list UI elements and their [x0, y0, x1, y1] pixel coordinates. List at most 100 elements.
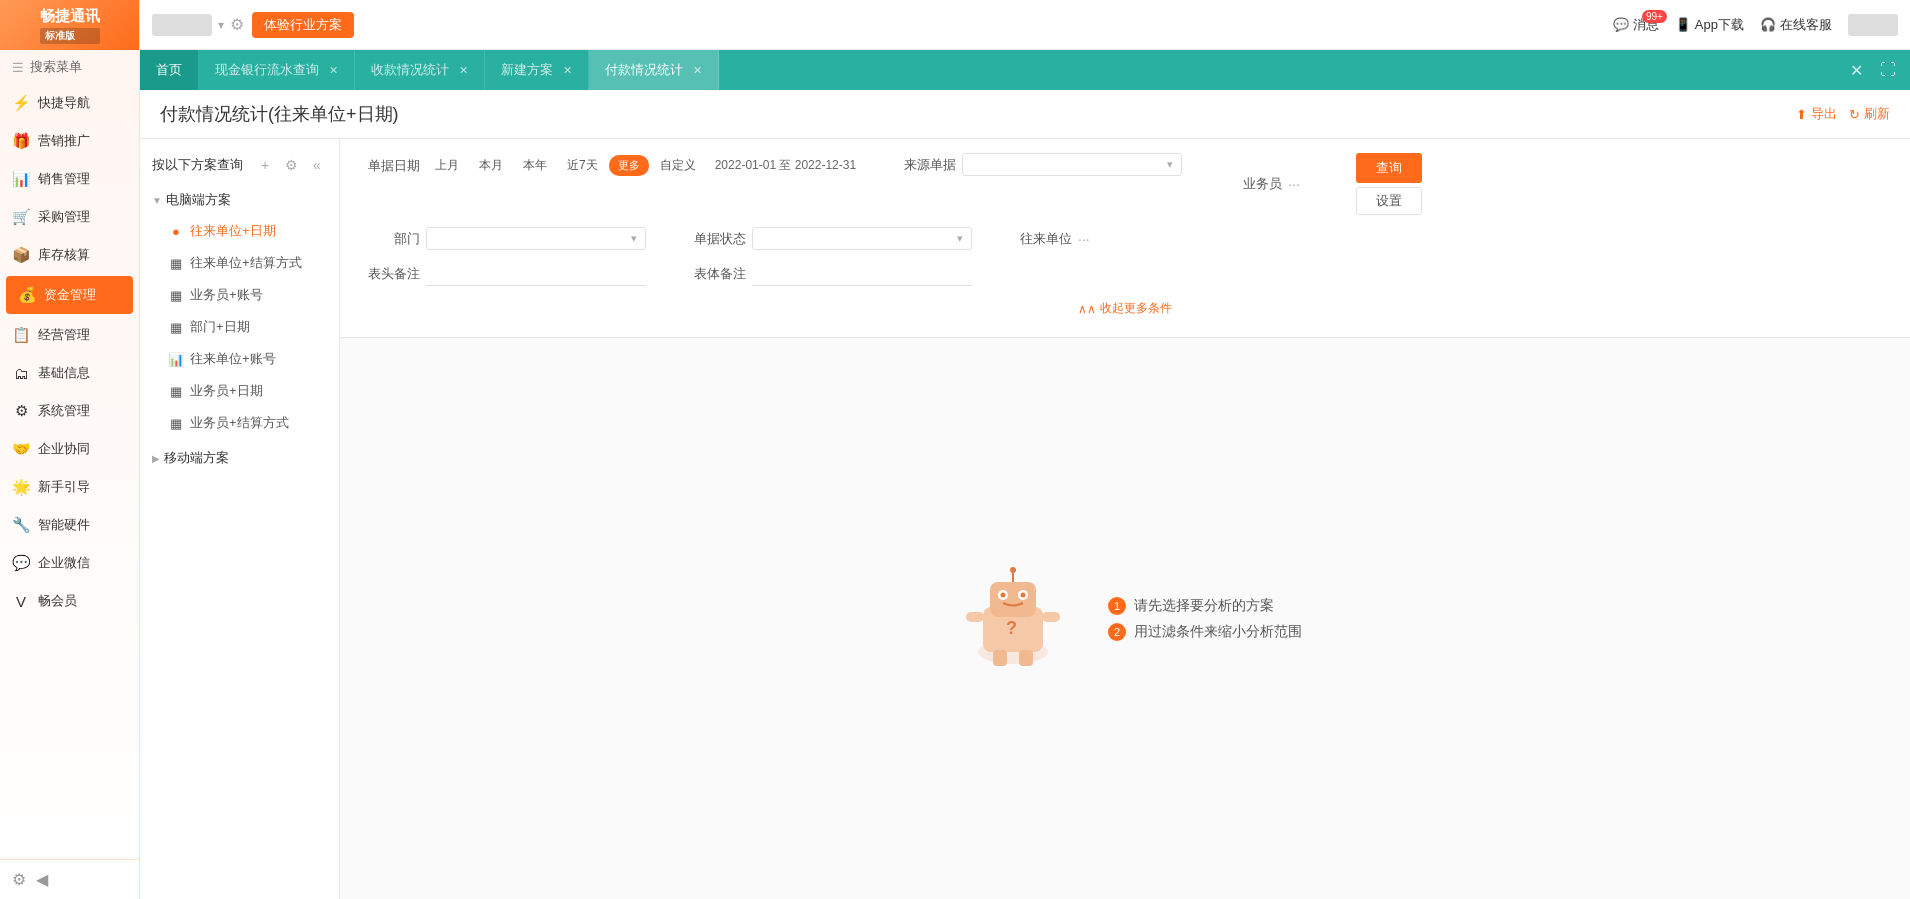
date-current-month[interactable]: 本月 [470, 153, 512, 178]
online-service-btn[interactable]: 🎧 在线客服 [1760, 16, 1832, 34]
settings-icon[interactable]: ⚙ [12, 870, 26, 889]
related-unit-label: 往来单位 [1012, 230, 1072, 248]
guide-icon: 🌟 [12, 478, 30, 496]
sidebar-item-label: 营销推广 [38, 132, 90, 150]
date-custom[interactable]: 自定义 [651, 153, 705, 178]
tab-bank-flow[interactable]: 现金银行流水查询✕ [199, 50, 355, 90]
scheme-item-icon: ▦ [168, 415, 184, 431]
sidebar-item-hardware[interactable]: 🔧智能硬件 [0, 506, 139, 544]
message-btn[interactable]: 💬 消息 99+ [1613, 16, 1659, 34]
refresh-button[interactable]: ↻ 刷新 [1849, 105, 1890, 123]
scheme-item-unit-date[interactable]: ●往来单位+日期 [140, 215, 339, 247]
scheme-group-arrow-icon: ▼ [152, 195, 162, 206]
tab-new-scheme[interactable]: 新建方案✕ [485, 50, 589, 90]
query-button[interactable]: 查询 [1356, 153, 1422, 183]
user-avatar[interactable] [1848, 14, 1898, 36]
tab-close-icon[interactable]: ✕ [329, 64, 338, 77]
collapse-filter-btn[interactable]: ∧∧ 收起更多条件 [360, 294, 1890, 323]
source-select[interactable]: ▾ [962, 153, 1182, 176]
doc-status-chevron-icon: ▾ [957, 232, 963, 245]
svg-rect-2 [990, 582, 1036, 617]
sidebar-item-enterprise[interactable]: 🤝企业协同 [0, 430, 139, 468]
empty-tips: 1 请先选择要分析的方案 2 用过滤条件来缩小分析范围 [1108, 597, 1302, 641]
quick-nav-icon: ⚡ [12, 94, 30, 112]
sidebar-item-operations[interactable]: 📋经营管理 [0, 316, 139, 354]
scheme-group-title-desktop[interactable]: ▼电脑端方案 [140, 185, 339, 215]
scheme-collapse-icon[interactable]: « [307, 155, 327, 175]
sidebar-item-basic-info[interactable]: 🗂基础信息 [0, 354, 139, 392]
source-label: 来源单据 [896, 156, 956, 174]
date-more[interactable]: 更多 [609, 155, 649, 176]
date-current-year[interactable]: 本年 [514, 153, 556, 178]
related-unit-dots[interactable]: ··· [1078, 231, 1090, 247]
scheme-item-dept-date[interactable]: ▦部门+日期 [140, 311, 339, 343]
staff-dots[interactable]: ··· [1288, 176, 1300, 192]
sidebar-item-member[interactable]: V 畅会员 [0, 582, 139, 620]
tab-bar: 首页现金银行流水查询✕收款情况统计✕新建方案✕付款情况统计✕ ✕ ⛶ [140, 50, 1910, 90]
close-tab-icon[interactable]: ✕ [1842, 56, 1870, 84]
empty-content: ? 1 请先选择要分析的方案 2 用过滤条件来缩小分析范围 [948, 562, 1302, 675]
tab-home[interactable]: 首页 [140, 50, 199, 90]
add-scheme-icon[interactable]: + [255, 155, 275, 175]
staff-label: 业务员 [1222, 175, 1282, 193]
page-header-actions: ⬆ 导出 ↻ 刷新 [1796, 105, 1890, 123]
filter-settings-btn[interactable]: 设置 [1356, 187, 1422, 215]
sidebar-item-label: 经营管理 [38, 326, 90, 344]
scheme-item-label: 业务员+账号 [190, 286, 263, 304]
sidebar-item-sales[interactable]: 📊销售管理 [0, 160, 139, 198]
sidebar-item-label: 快捷导航 [38, 94, 90, 112]
scheme-group-title-mobile[interactable]: ▶移动端方案 [140, 443, 339, 473]
message-icon: 💬 [1613, 17, 1629, 32]
tab-close-icon[interactable]: ✕ [459, 64, 468, 77]
header-note-input[interactable] [426, 262, 646, 286]
sidebar-item-quick-nav[interactable]: ⚡ 快捷导航 [0, 84, 139, 122]
empty-tip-2: 2 用过滤条件来缩小分析范围 [1108, 623, 1302, 641]
topbar-chevron-icon[interactable]: ▾ [218, 18, 224, 32]
dept-select[interactable]: ▾ [426, 227, 646, 250]
svg-point-5 [1001, 593, 1006, 598]
date-range-display: 2022-01-01 至 2022-12-31 [715, 157, 856, 174]
doc-status-select[interactable]: ▾ [752, 227, 972, 250]
body-note-label: 表体备注 [686, 265, 746, 283]
tab-close-icon[interactable]: ✕ [693, 64, 702, 77]
export-button[interactable]: ⬆ 导出 [1796, 105, 1837, 123]
collapse-sidebar-icon[interactable]: ◀ [36, 870, 48, 889]
date-last-month[interactable]: 上月 [426, 153, 468, 178]
sidebar-item-marketing[interactable]: 🎁营销推广 [0, 122, 139, 160]
page-title: 付款情况统计(往来单位+日期) [160, 102, 399, 126]
topbar: ▾ ⚙ 体验行业方案 💬 消息 99+ 📱 App下载 🎧 在线客服 [140, 0, 1910, 50]
company-avatar [152, 14, 212, 36]
topbar-gear-icon[interactable]: ⚙ [230, 15, 244, 34]
trial-button[interactable]: 体验行业方案 [252, 12, 354, 38]
scheme-item-staff-date[interactable]: ▦业务员+日期 [140, 375, 339, 407]
message-badge: 99+ [1642, 10, 1667, 23]
tab-close-icon[interactable]: ✕ [563, 64, 572, 77]
sidebar-item-system[interactable]: ⚙系统管理 [0, 392, 139, 430]
tab-actions: ✕ ⛶ [1842, 56, 1910, 84]
scheme-settings-icon[interactable]: ⚙ [281, 155, 301, 175]
search-menu[interactable]: ☰ 搜索菜单 [0, 50, 139, 84]
tab-receipt-stats[interactable]: 收款情况统计✕ [355, 50, 485, 90]
tab-payment-stats[interactable]: 付款情况统计✕ [589, 50, 719, 90]
scheme-item-staff-settle[interactable]: ▦业务员+结算方式 [140, 407, 339, 439]
svg-point-6 [1021, 593, 1026, 598]
sidebar-item-guide[interactable]: 🌟新手引导 [0, 468, 139, 506]
sidebar-item-finance[interactable]: 💰资金管理 [6, 276, 133, 314]
app-download-btn[interactable]: 📱 App下载 [1675, 16, 1744, 34]
date-last-7days[interactable]: 近7天 [558, 153, 607, 178]
sidebar-item-purchase[interactable]: 🛒采购管理 [0, 198, 139, 236]
scheme-item-icon: ▦ [168, 383, 184, 399]
export-icon: ⬆ [1796, 107, 1807, 122]
sidebar-item-label: 畅会员 [38, 592, 77, 610]
sidebar-item-wechat[interactable]: 💬企业微信 [0, 544, 139, 582]
scheme-header: 按以下方案查询 + ⚙ « [140, 149, 339, 181]
scheme-item-unit-account[interactable]: 📊往来单位+账号 [140, 343, 339, 375]
body-note-input[interactable] [752, 262, 972, 286]
scheme-item-staff-account[interactable]: ▦业务员+账号 [140, 279, 339, 311]
sidebar-item-inventory[interactable]: 📦库存核算 [0, 236, 139, 274]
member-icon: V [12, 592, 30, 610]
scheme-item-unit-settle[interactable]: ▦往来单位+结算方式 [140, 247, 339, 279]
sidebar-item-label: 系统管理 [38, 402, 90, 420]
expand-icon[interactable]: ⛶ [1874, 56, 1902, 84]
sidebar-item-label: 智能硬件 [38, 516, 90, 534]
